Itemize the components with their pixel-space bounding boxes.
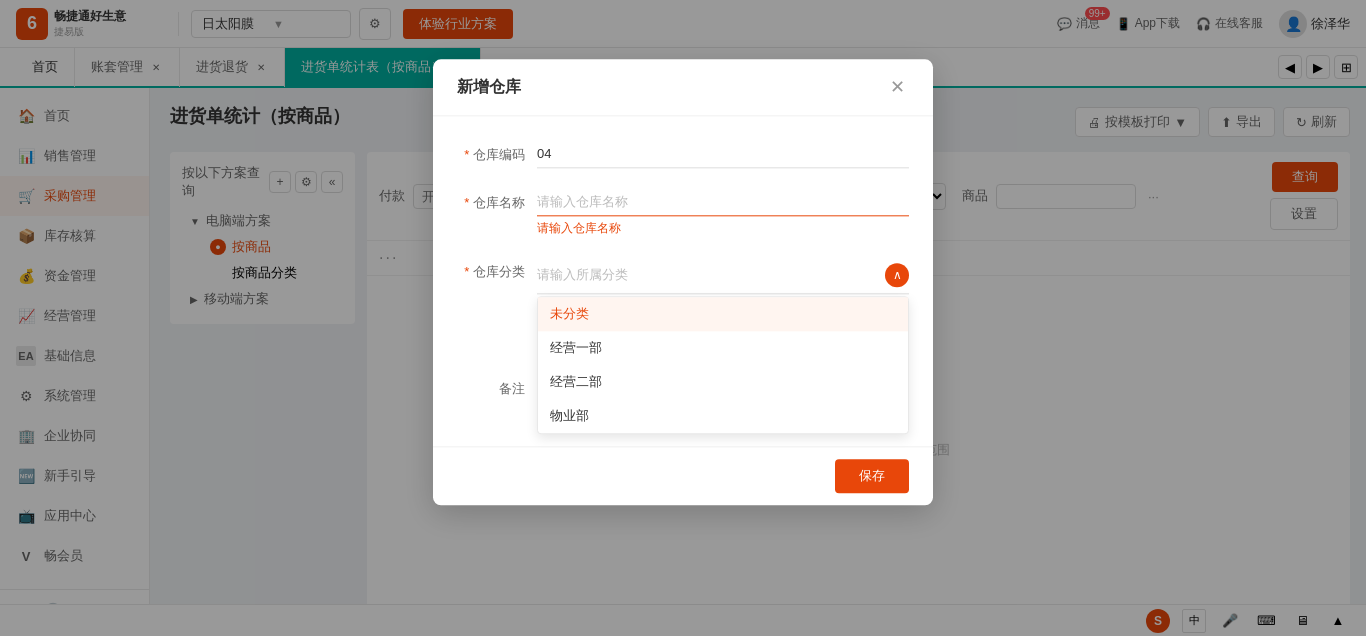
note-label: 备注 — [457, 374, 537, 398]
name-control: 请输入仓库名称 — [537, 188, 909, 237]
category-arrow-icon[interactable]: ∧ — [885, 263, 909, 287]
modal-title: 新增仓库 — [457, 77, 521, 98]
dropdown-item-dept2[interactable]: 经营二部 — [538, 365, 908, 399]
code-control — [537, 140, 909, 168]
modal-footer: 保存 — [433, 446, 933, 505]
name-input[interactable] — [537, 188, 909, 216]
modal-header: 新增仓库 ✕ — [433, 59, 933, 116]
dropdown-item-dept1[interactable]: 经营一部 — [538, 331, 908, 365]
save-button[interactable]: 保存 — [835, 459, 909, 493]
new-warehouse-modal: 新增仓库 ✕ * 仓库编码 * 仓库名称 请输入仓库名称 — [433, 59, 933, 505]
modal-close-button[interactable]: ✕ — [885, 75, 909, 99]
name-field-row: * 仓库名称 请输入仓库名称 — [457, 188, 909, 237]
category-field-row: * 仓库分类 请输入所属分类 ∧ 未分类 经营一部 经营二部 物业部 — [457, 257, 909, 294]
code-input[interactable] — [537, 140, 909, 168]
category-dropdown: 未分类 经营一部 经营二部 物业部 — [537, 296, 909, 434]
category-select-display[interactable]: 请输入所属分类 ∧ — [537, 257, 909, 294]
name-label: * 仓库名称 — [457, 188, 537, 212]
modal-body: * 仓库编码 * 仓库名称 请输入仓库名称 * 仓库分类 — [433, 116, 933, 446]
category-control: 请输入所属分类 ∧ 未分类 经营一部 经营二部 物业部 — [537, 257, 909, 294]
dropdown-item-property[interactable]: 物业部 — [538, 399, 908, 433]
category-label: * 仓库分类 — [457, 257, 537, 281]
name-error-msg: 请输入仓库名称 — [537, 220, 909, 237]
dropdown-item-uncategorized[interactable]: 未分类 — [538, 297, 908, 331]
category-placeholder: 请输入所属分类 — [537, 266, 885, 284]
code-field-row: * 仓库编码 — [457, 140, 909, 168]
code-label: * 仓库编码 — [457, 140, 537, 164]
